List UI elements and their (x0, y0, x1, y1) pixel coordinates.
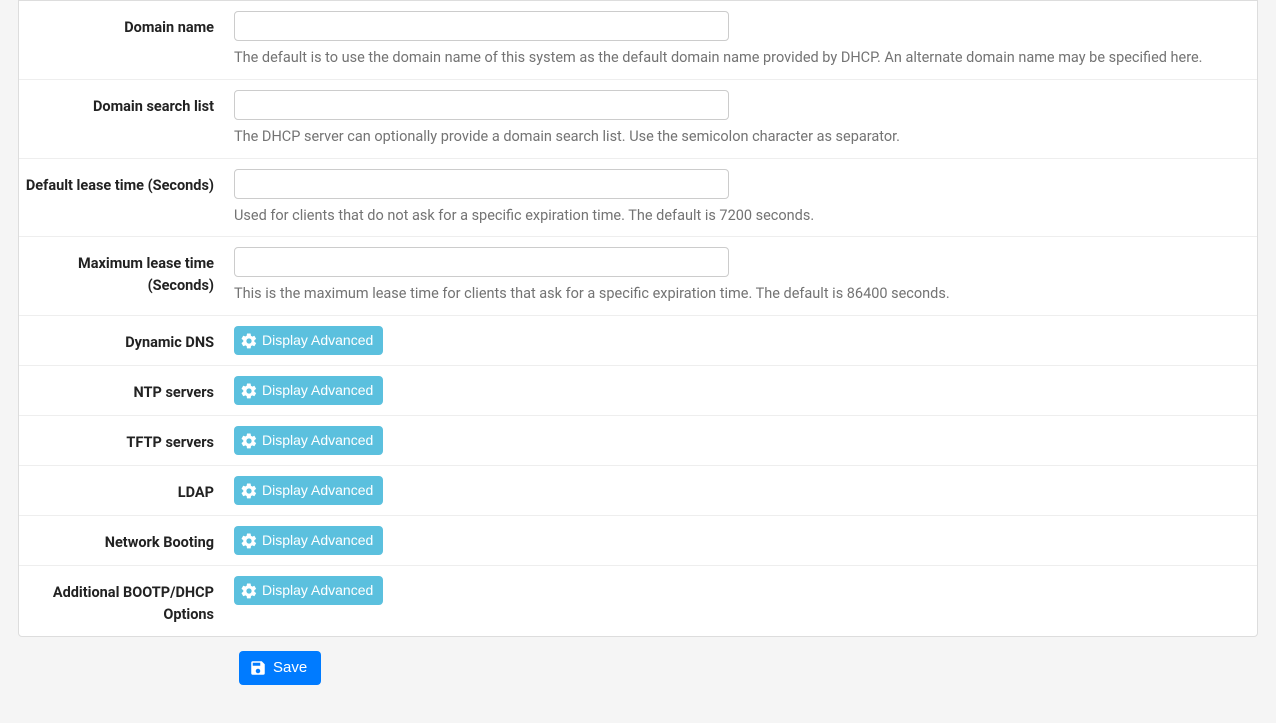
save-button[interactable]: Save (239, 651, 321, 685)
gear-icon (240, 432, 258, 450)
label-domain-name: Domain name (19, 11, 234, 69)
dynamic-dns-advanced-button[interactable]: Display Advanced (234, 326, 383, 355)
label-domain-search: Domain search list (19, 90, 234, 148)
button-label: Display Advanced (262, 530, 373, 551)
row-tftp: TFTP servers Display Advanced (19, 416, 1257, 466)
save-row: Save (18, 651, 1258, 685)
ldap-advanced-button[interactable]: Display Advanced (234, 476, 383, 505)
row-addopts: Additional BOOTP/DHCP Options Display Ad… (19, 566, 1257, 636)
help-domain-name: The default is to use the domain name of… (234, 47, 1245, 69)
label-addopts: Additional BOOTP/DHCP Options (19, 576, 234, 626)
row-netboot: Network Booting Display Advanced (19, 516, 1257, 566)
help-max-lease: This is the maximum lease time for clien… (234, 283, 1245, 305)
gear-icon (240, 582, 258, 600)
label-default-lease: Default lease time (Seconds) (19, 169, 234, 227)
gear-icon (240, 332, 258, 350)
gear-icon (240, 382, 258, 400)
label-dynamic-dns: Dynamic DNS (19, 326, 234, 355)
settings-panel: Domain name The default is to use the do… (18, 0, 1258, 637)
netboot-advanced-button[interactable]: Display Advanced (234, 526, 383, 555)
button-label: Display Advanced (262, 480, 373, 501)
row-domain-name: Domain name The default is to use the do… (19, 1, 1257, 80)
help-default-lease: Used for clients that do not ask for a s… (234, 205, 1245, 227)
label-ldap: LDAP (19, 476, 234, 505)
label-tftp: TFTP servers (19, 426, 234, 455)
ntp-advanced-button[interactable]: Display Advanced (234, 376, 383, 405)
label-netboot: Network Booting (19, 526, 234, 555)
addopts-advanced-button[interactable]: Display Advanced (234, 576, 383, 605)
tftp-advanced-button[interactable]: Display Advanced (234, 426, 383, 455)
button-label: Display Advanced (262, 330, 373, 351)
button-label: Display Advanced (262, 430, 373, 451)
row-default-lease: Default lease time (Seconds) Used for cl… (19, 159, 1257, 238)
label-ntp: NTP servers (19, 376, 234, 405)
row-ntp: NTP servers Display Advanced (19, 366, 1257, 416)
button-label: Display Advanced (262, 380, 373, 401)
gear-icon (240, 482, 258, 500)
row-dynamic-dns: Dynamic DNS Display Advanced (19, 316, 1257, 366)
domain-search-input[interactable] (234, 90, 729, 120)
save-icon (249, 659, 267, 677)
help-domain-search: The DHCP server can optionally provide a… (234, 126, 1245, 148)
row-ldap: LDAP Display Advanced (19, 466, 1257, 516)
max-lease-input[interactable] (234, 247, 729, 277)
default-lease-input[interactable] (234, 169, 729, 199)
label-max-lease: Maximum lease time (Seconds) (19, 247, 234, 305)
gear-icon (240, 532, 258, 550)
button-label: Display Advanced (262, 580, 373, 601)
row-max-lease: Maximum lease time (Seconds) This is the… (19, 237, 1257, 316)
row-domain-search: Domain search list The DHCP server can o… (19, 80, 1257, 159)
button-label: Save (273, 659, 307, 676)
domain-name-input[interactable] (234, 11, 729, 41)
